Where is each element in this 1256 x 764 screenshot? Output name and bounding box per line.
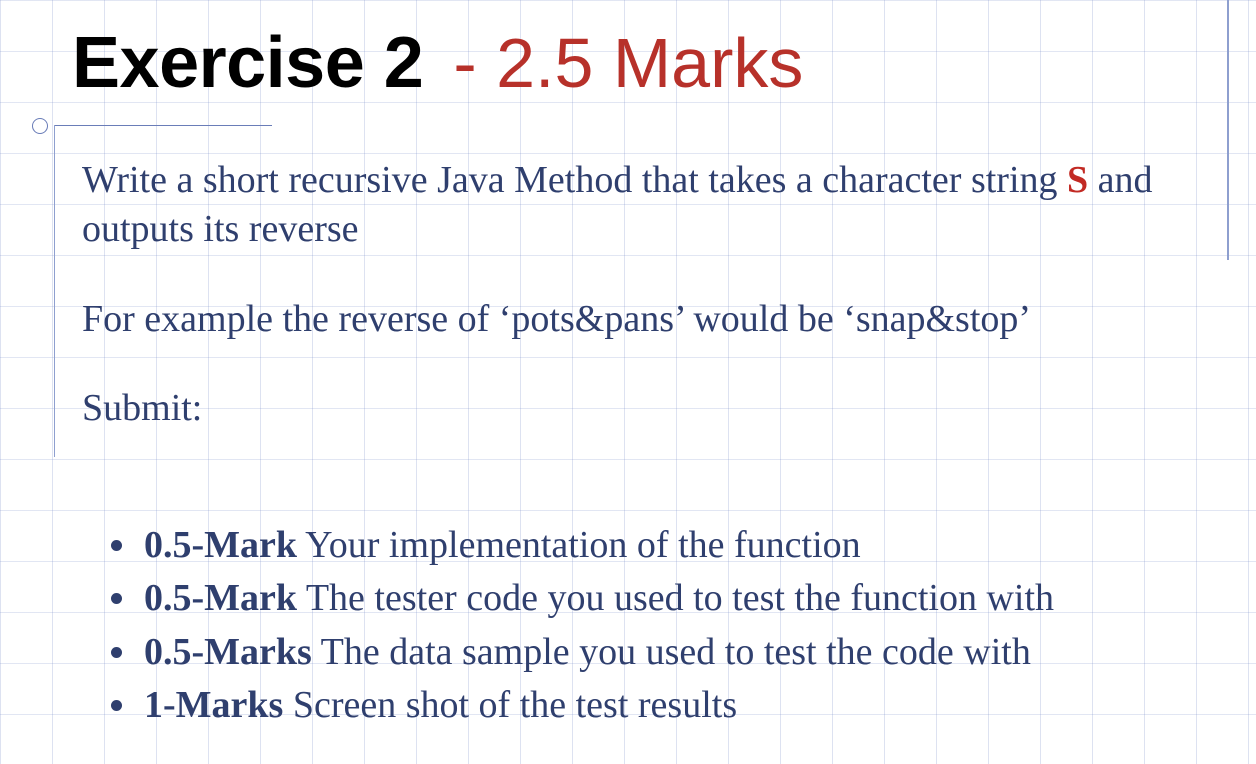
right-border-line bbox=[1227, 0, 1229, 260]
list-item: 0.5-Mark Your implementation of the func… bbox=[140, 520, 1216, 571]
item-mark: 1-Marks bbox=[144, 684, 283, 726]
item-text: The tester code you used to test the fun… bbox=[297, 577, 1054, 619]
item-mark: 0.5-Marks bbox=[144, 631, 312, 673]
title-marks: - 2.5 Marks bbox=[453, 24, 803, 102]
title-main: Exercise 2 bbox=[72, 23, 423, 103]
paragraph-2: For example the reverse of ‘pots&pans’ w… bbox=[82, 295, 1196, 344]
para1-s: S bbox=[1067, 159, 1088, 201]
item-text: Screen shot of the test results bbox=[283, 684, 737, 726]
paragraph-1: Write a short recursive Java Method that… bbox=[82, 156, 1196, 255]
body-text: Write a short recursive Java Method that… bbox=[82, 156, 1196, 474]
left-vertical-line bbox=[54, 125, 55, 457]
item-mark: 0.5-Mark bbox=[144, 524, 297, 566]
item-mark: 0.5-Mark bbox=[144, 577, 297, 619]
item-text: Your implementation of the function bbox=[297, 524, 861, 566]
list-item: 0.5-Mark The tester code you used to tes… bbox=[140, 573, 1216, 624]
list-item: 0.5-Marks The data sample you used to te… bbox=[140, 627, 1216, 678]
slide-title: Exercise 2 - 2.5 Marks bbox=[72, 22, 1216, 104]
title-rule-line bbox=[54, 125, 272, 126]
submit-bullets: 0.5-Mark Your implementation of the func… bbox=[100, 520, 1216, 733]
submit-label: Submit: bbox=[82, 384, 1196, 433]
title-rule-circle-icon bbox=[32, 118, 48, 134]
item-text: The data sample you used to test the cod… bbox=[312, 631, 1031, 673]
para1-pre: Write a short recursive Java Method that… bbox=[82, 159, 1067, 201]
list-item: 1-Marks Screen shot of the test results bbox=[140, 680, 1216, 731]
